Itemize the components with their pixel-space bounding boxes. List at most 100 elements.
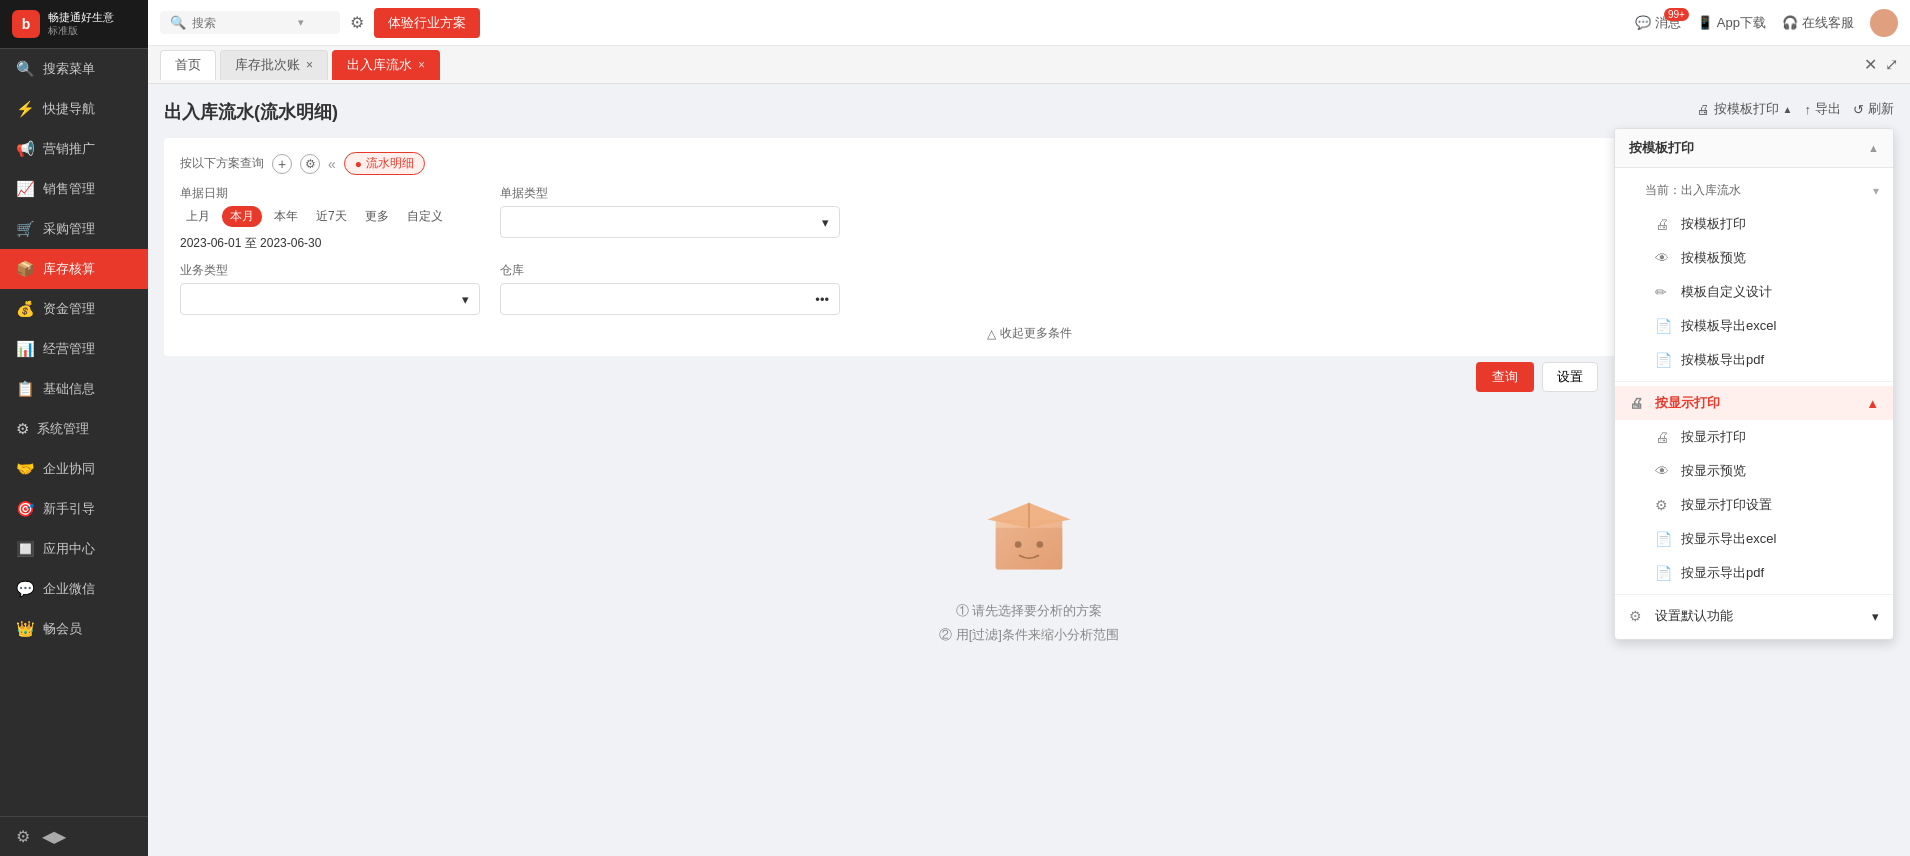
template-print-button[interactable]: 🖨 按模板打印 ▲ [1697, 100, 1793, 118]
dropdown-item-template-customize[interactable]: ✏ 模板自定义设计 [1615, 275, 1893, 309]
tab-inventory-close-icon[interactable]: × [306, 58, 313, 72]
date-option-custom[interactable]: 自定义 [401, 206, 449, 227]
sidebar-item-guide[interactable]: 🎯 新手引导 [0, 489, 148, 529]
industry-solution-button[interactable]: 体验行业方案 [374, 8, 480, 38]
edit-icon: ✏ [1655, 284, 1673, 300]
topbar-gear-icon[interactable]: ⚙ [350, 13, 364, 32]
sidebar-item-operations[interactable]: 📊 经营管理 [0, 329, 148, 369]
search-icon: 🔍 [170, 15, 186, 30]
app-download-button[interactable]: 📱 App下载 [1697, 14, 1766, 32]
warehouse-select[interactable]: ••• [500, 283, 840, 315]
user-avatar[interactable] [1870, 9, 1898, 37]
dropdown-item-label: 按显示打印 [1681, 428, 1746, 446]
search-input[interactable] [192, 16, 292, 30]
sidebar-item-label: 经营管理 [43, 340, 95, 358]
sidebar-item-marketing[interactable]: 📢 营销推广 [0, 129, 148, 169]
sidebar-item-enterprise-wx[interactable]: 💬 企业微信 [0, 569, 148, 609]
sidebar-item-app-center[interactable]: 🔲 应用中心 [0, 529, 148, 569]
tab-home-label: 首页 [175, 56, 201, 74]
svg-point-4 [1015, 541, 1022, 548]
active-filter-tag[interactable]: ● 流水明细 [344, 152, 425, 175]
customer-service-button[interactable]: 🎧 在线客服 [1782, 14, 1854, 32]
topbar: 🔍 ▾ ⚙ 体验行业方案 💬 消息 99+ 📱 App下载 🎧 在线客服 [148, 0, 1910, 46]
topbar-right: 💬 消息 99+ 📱 App下载 🎧 在线客服 [1635, 9, 1898, 37]
printer-icon: 🖨 [1655, 429, 1673, 445]
collapse-filter-button[interactable]: « [328, 156, 336, 172]
query-button[interactable]: 查询 [1476, 362, 1534, 392]
sidebar-scroll: 🔍 搜索菜单 ⚡ 快捷导航 📢 营销推广 📈 销售管理 🛒 采购管理 📦 库存核… [0, 49, 148, 816]
dropdown-item-template-export-pdf[interactable]: 📄 按模板导出pdf [1615, 343, 1893, 377]
date-option-more[interactable]: 更多 [359, 206, 395, 227]
marketing-icon: 📢 [16, 140, 35, 158]
dropdown-chevron-up-icon[interactable]: ▲ [1868, 142, 1879, 154]
date-options: 上月 本月 本年 近7天 更多 自定义 [180, 206, 480, 227]
sidebar-item-inventory[interactable]: 📦 库存核算 [0, 249, 148, 289]
sidebar-item-finance[interactable]: 💰 资金管理 [0, 289, 148, 329]
dropdown-current-template: 当前：出入库流水 ▾ [1615, 174, 1893, 207]
export-button[interactable]: ↑ 导出 [1805, 100, 1842, 118]
dropdown-item-display-print-group[interactable]: 🖨 按显示打印 ▲ [1615, 386, 1893, 420]
date-option-7days[interactable]: 近7天 [310, 206, 353, 227]
collapse-sidebar-icon[interactable]: ◀▶ [42, 827, 66, 846]
tab-home[interactable]: 首页 [160, 50, 216, 80]
dropdown-item-label: 模板自定义设计 [1681, 283, 1772, 301]
filter-settings-button[interactable]: ⚙ [300, 154, 320, 174]
page-title: 出入库流水(流水明细) [164, 100, 1894, 124]
dropdown-item-template-print[interactable]: 🖨 按模板打印 [1615, 207, 1893, 241]
sidebar-item-label: 企业微信 [43, 580, 95, 598]
dropdown-item-set-default[interactable]: ⚙ 设置默认功能 ▾ [1615, 599, 1893, 633]
sidebar-item-label: 系统管理 [37, 420, 89, 438]
date-option-this-month[interactable]: 本月 [222, 206, 262, 227]
dropdown-item-display-export-excel[interactable]: 📄 按显示导出excel [1615, 522, 1893, 556]
close-tab-button[interactable]: ✕ [1864, 55, 1877, 74]
search-box[interactable]: 🔍 ▾ [160, 11, 340, 34]
settings-gear-icon[interactable]: ⚙ [16, 827, 30, 846]
sidebar-item-label: 搜索菜单 [43, 60, 95, 78]
sidebar-item-search[interactable]: 🔍 搜索菜单 [0, 49, 148, 89]
business-type-select[interactable]: ▾ [180, 283, 480, 315]
chevron-up-icon: ▲ [1866, 396, 1879, 411]
filter-section-label: 按以下方案查询 [180, 155, 264, 172]
template-print-label: 按模板打印 [1714, 100, 1779, 118]
dropdown-item-display-print-settings[interactable]: ⚙ 按显示打印设置 [1615, 488, 1893, 522]
sidebar-item-basics[interactable]: 📋 基础信息 [0, 369, 148, 409]
dropdown-divider [1615, 381, 1893, 382]
date-option-this-year[interactable]: 本年 [268, 206, 304, 227]
sidebar-item-cooperation[interactable]: 🤝 企业协同 [0, 449, 148, 489]
tab-bar: 首页 库存批次账 × 出入库流水 × ✕ ⤢ [148, 46, 1910, 84]
tab-inventory[interactable]: 库存批次账 × [220, 50, 328, 80]
dropdown-item-label: 按显示导出pdf [1681, 564, 1764, 582]
dropdown-item-label: 按模板预览 [1681, 249, 1746, 267]
message-badge: 99+ [1664, 8, 1689, 21]
inventory-icon: 📦 [16, 260, 35, 278]
sidebar-item-label: 库存核算 [43, 260, 95, 278]
date-option-last-month[interactable]: 上月 [180, 206, 216, 227]
phone-icon: 📱 [1697, 15, 1713, 30]
add-filter-button[interactable]: + [272, 154, 292, 174]
dropdown-item-template-preview[interactable]: 👁 按模板预览 [1615, 241, 1893, 275]
basics-icon: 📋 [16, 380, 35, 398]
main-area: 🔍 ▾ ⚙ 体验行业方案 💬 消息 99+ 📱 App下载 🎧 在线客服 [148, 0, 1910, 856]
quick-nav-icon: ⚡ [16, 100, 35, 118]
settings-button[interactable]: 设置 [1542, 362, 1598, 392]
svg-point-5 [1037, 541, 1044, 548]
maximize-tab-button[interactable]: ⤢ [1885, 55, 1898, 74]
printer-icon: 🖨 [1697, 102, 1710, 117]
tab-flow[interactable]: 出入库流水 × [332, 50, 440, 80]
date-range-value: 2023-06-01 至 2023-06-30 [180, 235, 480, 252]
tab-flow-close-icon[interactable]: × [418, 58, 425, 72]
sidebar-item-member[interactable]: 👑 畅会员 [0, 609, 148, 649]
sidebar-item-system[interactable]: ⚙ 系统管理 [0, 409, 148, 449]
sidebar-item-purchase[interactable]: 🛒 采购管理 [0, 209, 148, 249]
message-button[interactable]: 💬 消息 99+ [1635, 14, 1681, 32]
dropdown-item-display-print[interactable]: 🖨 按显示打印 [1615, 420, 1893, 454]
voucher-type-select[interactable]: ▾ [500, 206, 840, 238]
sidebar-item-sales[interactable]: 📈 销售管理 [0, 169, 148, 209]
dropdown-item-display-export-pdf[interactable]: 📄 按显示导出pdf [1615, 556, 1893, 590]
refresh-button[interactable]: ↺ 刷新 [1853, 100, 1894, 118]
dropdown-item-display-preview[interactable]: 👁 按显示预览 [1615, 454, 1893, 488]
app-center-icon: 🔲 [16, 540, 35, 558]
dropdown-item-label: 按模板打印 [1681, 215, 1746, 233]
dropdown-item-template-export-excel[interactable]: 📄 按模板导出excel [1615, 309, 1893, 343]
sidebar-item-quick-nav[interactable]: ⚡ 快捷导航 [0, 89, 148, 129]
